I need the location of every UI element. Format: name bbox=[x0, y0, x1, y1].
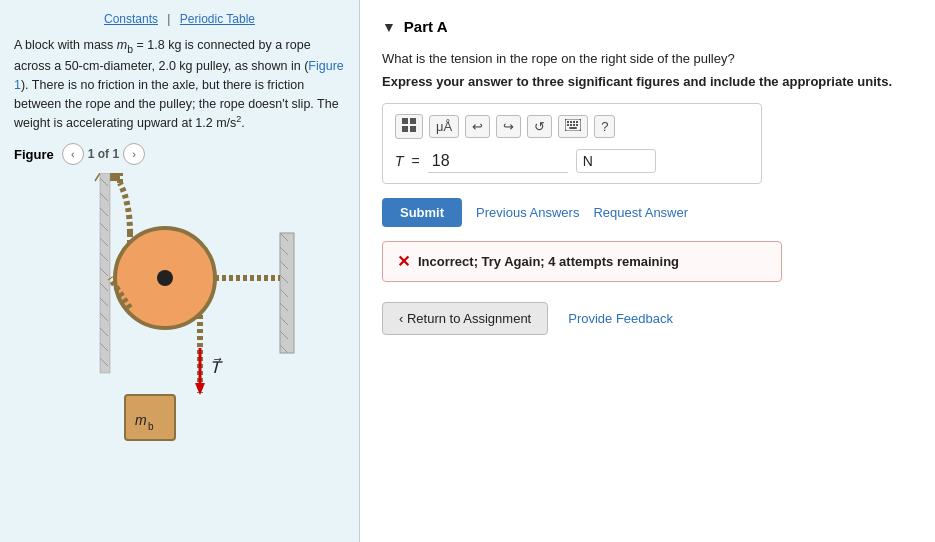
figure-link[interactable]: Figure 1 bbox=[14, 59, 344, 92]
keyboard-button[interactable] bbox=[558, 115, 588, 138]
grid-icon bbox=[401, 117, 417, 133]
answer-area: μÅ ↩ ↪ ↺ ? T bbox=[382, 103, 762, 184]
help-button[interactable]: ? bbox=[594, 115, 615, 138]
keyboard-icon bbox=[565, 119, 581, 131]
part-label: Part A bbox=[404, 18, 448, 35]
prev-figure-btn[interactable]: ‹ bbox=[62, 143, 84, 165]
figure-nav: ‹ 1 of 1 › bbox=[62, 143, 145, 165]
svg-rect-45 bbox=[410, 126, 416, 132]
periodic-table-link[interactable]: Periodic Table bbox=[180, 12, 255, 26]
svg-rect-47 bbox=[567, 121, 569, 123]
variable-label: T bbox=[395, 153, 404, 169]
svg-rect-51 bbox=[567, 124, 569, 126]
svg-rect-54 bbox=[576, 124, 578, 126]
svg-rect-55 bbox=[569, 127, 577, 129]
right-panel: ▼ Part A What is the tension in the rope… bbox=[360, 0, 935, 542]
grid-button[interactable] bbox=[395, 114, 423, 139]
next-figure-btn[interactable]: › bbox=[123, 143, 145, 165]
undo-button[interactable]: ↩ bbox=[465, 115, 490, 138]
bottom-row: ‹ Return to Assignment Provide Feedback bbox=[382, 302, 913, 335]
submit-row: Submit Previous Answers Request Answer bbox=[382, 198, 913, 227]
part-arrow-icon: ▼ bbox=[382, 19, 396, 35]
return-assignment-button[interactable]: ‹ Return to Assignment bbox=[382, 302, 548, 335]
equals-sign: = bbox=[412, 153, 420, 169]
svg-rect-48 bbox=[570, 121, 572, 123]
mu-button[interactable]: μÅ bbox=[429, 115, 459, 138]
constants-link[interactable]: Constants bbox=[104, 12, 158, 26]
left-panel: Constants | Periodic Table A block with … bbox=[0, 0, 360, 542]
provide-feedback-link[interactable]: Provide Feedback bbox=[568, 311, 673, 326]
svg-rect-42 bbox=[402, 118, 408, 124]
error-box: ✕ Incorrect; Try Again; 4 attempts remai… bbox=[382, 241, 782, 282]
error-icon: ✕ bbox=[397, 252, 410, 271]
error-message: Incorrect; Try Again; 4 attempts remaini… bbox=[418, 254, 679, 269]
svg-text:m: m bbox=[135, 412, 147, 428]
redo-button[interactable]: ↪ bbox=[496, 115, 521, 138]
question-text: What is the tension in the rope on the r… bbox=[382, 51, 913, 66]
express-text: Express your answer to three significant… bbox=[382, 74, 913, 89]
svg-rect-49 bbox=[573, 121, 575, 123]
answer-row: T = bbox=[395, 149, 749, 173]
figure-section: Figure ‹ 1 of 1 › bbox=[14, 143, 345, 453]
problem-text: A block with mass mb = 1.8 kg is connect… bbox=[14, 36, 345, 133]
svg-rect-52 bbox=[570, 124, 572, 126]
refresh-button[interactable]: ↺ bbox=[527, 115, 552, 138]
svg-text:T⃗: T⃗ bbox=[210, 357, 223, 376]
diagram-area: T⃗ m b bbox=[40, 173, 320, 453]
svg-marker-11 bbox=[195, 383, 205, 395]
svg-rect-13 bbox=[125, 395, 175, 440]
answer-toolbar: μÅ ↩ ↪ ↺ ? bbox=[395, 114, 749, 139]
top-links: Constants | Periodic Table bbox=[14, 12, 345, 26]
figure-header: Figure ‹ 1 of 1 › bbox=[14, 143, 345, 165]
svg-line-5 bbox=[95, 173, 100, 181]
svg-point-3 bbox=[157, 270, 173, 286]
unit-input[interactable] bbox=[576, 149, 656, 173]
svg-rect-43 bbox=[410, 118, 416, 124]
svg-text:b: b bbox=[148, 421, 154, 432]
svg-rect-44 bbox=[402, 126, 408, 132]
svg-rect-50 bbox=[576, 121, 578, 123]
svg-rect-16 bbox=[280, 233, 294, 353]
figure-page: 1 of 1 bbox=[88, 147, 119, 161]
request-answer-link[interactable]: Request Answer bbox=[593, 205, 688, 220]
figure-label: Figure bbox=[14, 147, 54, 162]
link-divider: | bbox=[167, 12, 170, 26]
pulley-diagram: T⃗ m b bbox=[40, 173, 320, 453]
previous-answers-link[interactable]: Previous Answers bbox=[476, 205, 579, 220]
answer-input[interactable] bbox=[428, 150, 568, 173]
svg-rect-53 bbox=[573, 124, 575, 126]
part-header: ▼ Part A bbox=[382, 18, 913, 35]
submit-button[interactable]: Submit bbox=[382, 198, 462, 227]
